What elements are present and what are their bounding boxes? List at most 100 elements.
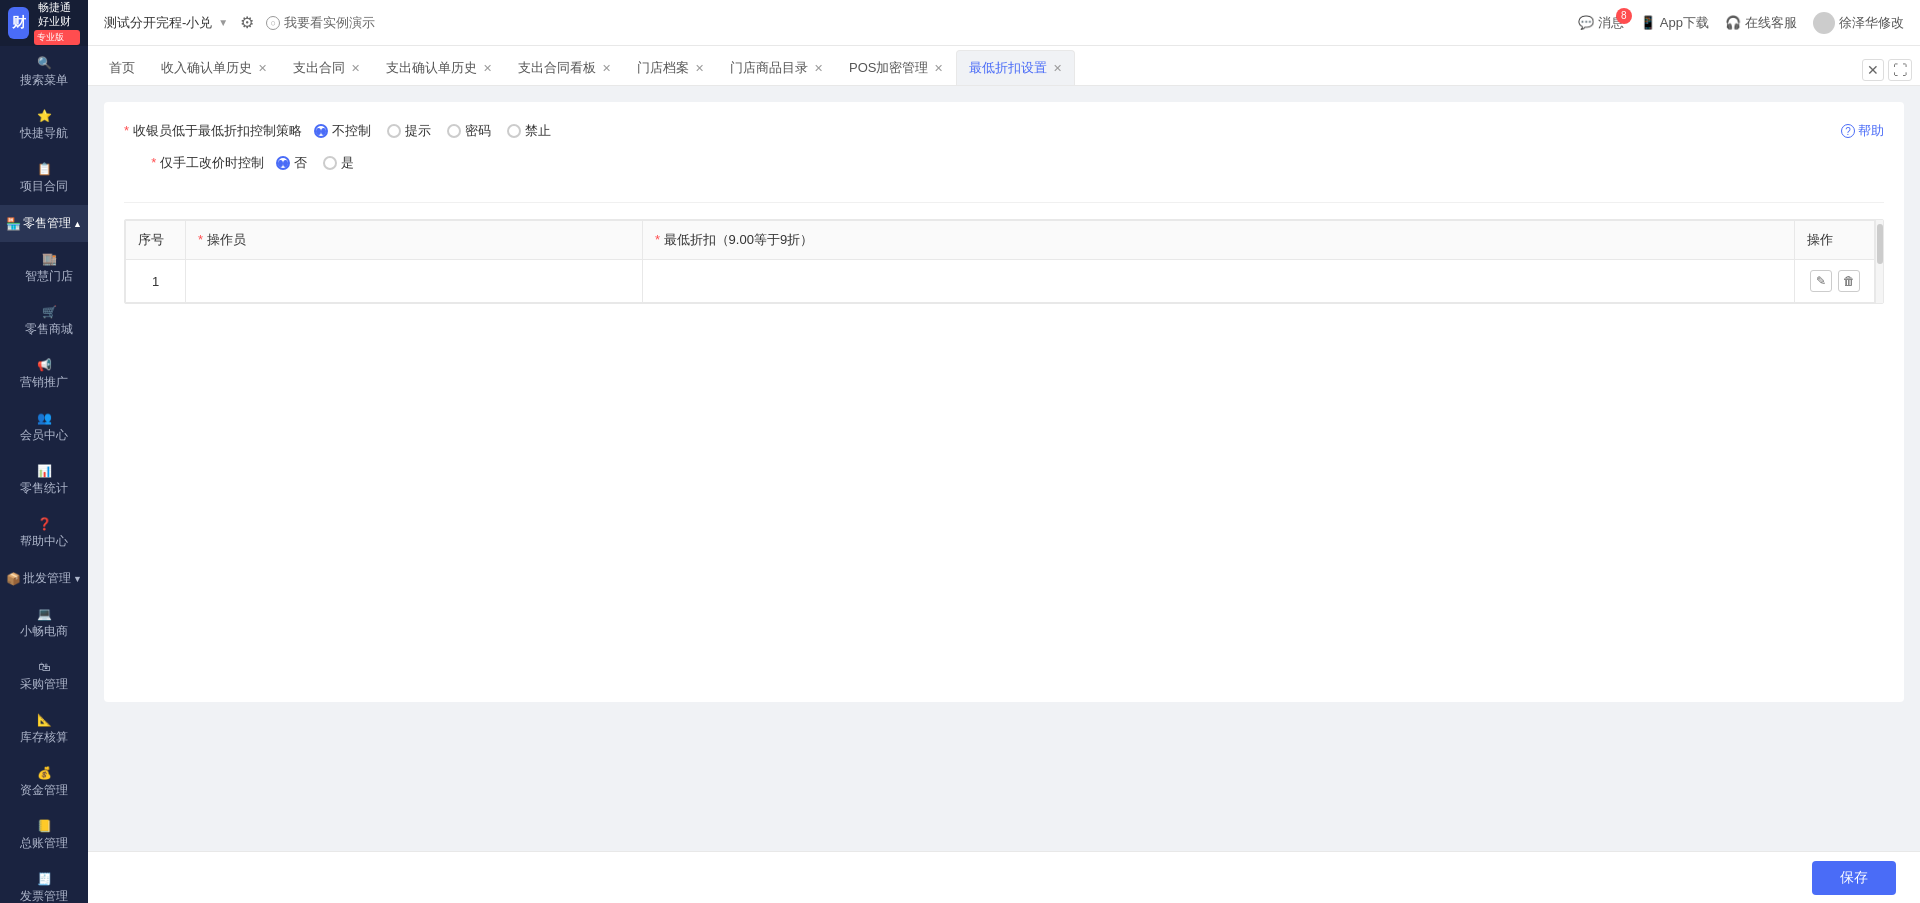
radio-forbidden [507, 124, 521, 138]
app-download-button[interactable]: 📱 App下载 [1640, 14, 1709, 32]
table-scrollbar[interactable] [1875, 220, 1883, 303]
cashier-policy-label: * 收银员低于最低折扣控制策略 [124, 122, 302, 140]
sidebar-item-invoice-mgmt[interactable]: 🧾 发票管理 [0, 862, 88, 903]
topbar-demo[interactable]: ○ 我要看实例演示 [266, 14, 375, 32]
required-star2: * [151, 155, 160, 170]
tabbar-actions: ✕ ⛶ [1862, 59, 1912, 85]
sidebar-item-purchase-mgmt[interactable]: 🛍 采购管理 [0, 650, 88, 703]
project-contract-icon: 📋 [37, 162, 52, 176]
sidebar-item-general-ledger[interactable]: 📒 总账管理 [0, 809, 88, 862]
row-edit-button[interactable]: ✎ [1810, 270, 1832, 292]
sidebar-item-label: 零售商城 [25, 321, 73, 338]
sidebar-item-retail-stats[interactable]: 📊 零售统计 [0, 454, 88, 507]
sidebar-item-wholesale-mgmt[interactable]: 📦 批发管理 ▼ [0, 560, 88, 597]
tab-payment-contract[interactable]: 支出合同 ✕ [280, 50, 373, 85]
cashier-policy-remind[interactable]: 提示 [387, 122, 431, 140]
manual-price-yes[interactable]: 是 [323, 154, 354, 172]
tab-pos-password[interactable]: POS加密管理 ✕ [836, 50, 956, 85]
message-icon: 💬 [1578, 15, 1594, 30]
td-min-discount[interactable] [642, 260, 1794, 303]
sidebar-item-marketing[interactable]: 📢 营销推广 [0, 348, 88, 401]
message-badge: 8 [1616, 8, 1632, 24]
manual-price-no[interactable]: 否 [276, 154, 307, 172]
tab-payment-board-close[interactable]: ✕ [602, 62, 611, 75]
demo-label: 我要看实例演示 [284, 14, 375, 32]
tab-payment-history[interactable]: 支出确认单历史 ✕ [373, 50, 505, 85]
td-action: ✎ 🗑 [1795, 260, 1875, 303]
row-delete-button[interactable]: 🗑 [1838, 270, 1860, 292]
tab-income-history[interactable]: 收入确认单历史 ✕ [148, 50, 280, 85]
tab-income-history-close[interactable]: ✕ [258, 62, 267, 75]
logo-text: 畅捷通好业财 [38, 1, 80, 27]
inventory-icon: 📐 [37, 713, 52, 727]
tab-store-products[interactable]: 门店商品目录 ✕ [717, 50, 836, 85]
sidebar-item-ecommerce[interactable]: 💻 小畅电商 [0, 597, 88, 650]
sidebar-item-member-center[interactable]: 👥 会员中心 [0, 401, 88, 454]
logo-area: 财 畅捷通好业财 专业版 [0, 0, 88, 46]
tab-min-discount-label: 最低折扣设置 [969, 59, 1047, 77]
page-content: ? 帮助 * 收银员低于最低折扣控制策略 不控制 [88, 86, 1920, 851]
cashier-policy-radio-group: 不控制 提示 密码 禁 [314, 122, 551, 140]
sidebar-item-help-center[interactable]: ❓ 帮助中心 [0, 507, 88, 560]
user-profile-button[interactable]: 徐泽华修改 [1813, 12, 1904, 34]
cashier-policy-no-control[interactable]: 不控制 [314, 122, 371, 140]
ecommerce-icon: 💻 [37, 607, 52, 621]
sidebar-item-retail-management[interactable]: 🏪 零售管理 ▲ [0, 205, 88, 242]
sidebar-item-label: 营销推广 [20, 374, 68, 391]
project-dropdown-arrow: ▼ [218, 17, 228, 28]
tab-store-file[interactable]: 门店档案 ✕ [624, 50, 717, 85]
sidebar-item-smart-store[interactable]: 🏬 智慧门店 [0, 242, 88, 295]
radio-password [447, 124, 461, 138]
tab-expand-button[interactable]: ⛶ [1888, 59, 1912, 81]
wholesale-mgmt-icon: 📦 [6, 572, 21, 586]
sidebar-item-finance[interactable]: 💰 资金管理 [0, 756, 88, 809]
help-label: 帮助 [1858, 122, 1884, 140]
sidebar-item-label: 帮助中心 [20, 533, 68, 550]
cashier-policy-forbidden[interactable]: 禁止 [507, 122, 551, 140]
cashier-policy-row: * 收银员低于最低折扣控制策略 不控制 提示 [124, 122, 1884, 140]
required-star: * [124, 123, 133, 138]
tab-home[interactable]: 首页 [96, 50, 148, 85]
tab-min-discount-close[interactable]: ✕ [1053, 62, 1062, 75]
project-name: 测试分开完程-小兑 [104, 14, 212, 32]
tab-min-discount[interactable]: 最低折扣设置 ✕ [956, 50, 1075, 85]
retail-management-icon: 🏪 [6, 217, 21, 231]
purchase-mgmt-icon: 🛍 [38, 660, 50, 674]
online-service-button[interactable]: 🎧 在线客服 [1725, 14, 1797, 32]
member-center-icon: 👥 [37, 411, 52, 425]
sidebar-item-quick-nav[interactable]: ⭐ 快捷导航 [0, 99, 88, 152]
app-download-icon: 📱 [1640, 15, 1656, 30]
table-header: 序号 * 操作员 * 最低折扣（9.00等于9折） [126, 221, 1875, 260]
tab-close-button[interactable]: ✕ [1862, 59, 1884, 81]
tab-store-products-close[interactable]: ✕ [814, 62, 823, 75]
tab-pos-password-close[interactable]: ✕ [934, 62, 943, 75]
cashier-policy-password[interactable]: 密码 [447, 122, 491, 140]
radio-no-control [314, 124, 328, 138]
sidebar-item-search[interactable]: 🔍 搜索菜单 [0, 46, 88, 99]
sidebar-item-project-contract[interactable]: 📋 项目合同 [0, 152, 88, 205]
message-button[interactable]: 💬 消息 8 [1578, 14, 1624, 32]
tab-payment-history-close[interactable]: ✕ [483, 62, 492, 75]
topbar-project[interactable]: 测试分开完程-小兑 ▼ [104, 14, 228, 32]
retail-stats-icon: 📊 [37, 464, 52, 478]
data-table: 序号 * 操作员 * 最低折扣（9.00等于9折） [125, 220, 1875, 303]
chevron-down-icon: ▼ [73, 574, 82, 584]
sidebar-item-label: 总账管理 [20, 835, 68, 852]
tab-store-file-close[interactable]: ✕ [695, 62, 704, 75]
td-operator[interactable] [186, 260, 643, 303]
sidebar-item-retail-mall[interactable]: 🛒 零售商城 [0, 295, 88, 348]
sidebar-item-label: 智慧门店 [25, 268, 73, 285]
tab-payment-contract-close[interactable]: ✕ [351, 62, 360, 75]
tab-payment-board[interactable]: 支出合同看板 ✕ [505, 50, 624, 85]
general-ledger-icon: 📒 [37, 819, 52, 833]
table-header-row: 序号 * 操作员 * 最低折扣（9.00等于9折） [126, 221, 1875, 260]
help-center-icon: ❓ [37, 517, 52, 531]
save-button[interactable]: 保存 [1812, 861, 1896, 895]
sidebar-item-label: 发票管理 [20, 888, 68, 903]
topbar-settings-button[interactable]: ⚙ [240, 13, 254, 32]
sidebar-item-label: 小畅电商 [20, 623, 68, 640]
help-link[interactable]: ? 帮助 [1841, 122, 1884, 140]
required-star-discount: * [655, 232, 664, 247]
sidebar-item-inventory[interactable]: 📐 库存核算 [0, 703, 88, 756]
th-action: 操作 [1795, 221, 1875, 260]
